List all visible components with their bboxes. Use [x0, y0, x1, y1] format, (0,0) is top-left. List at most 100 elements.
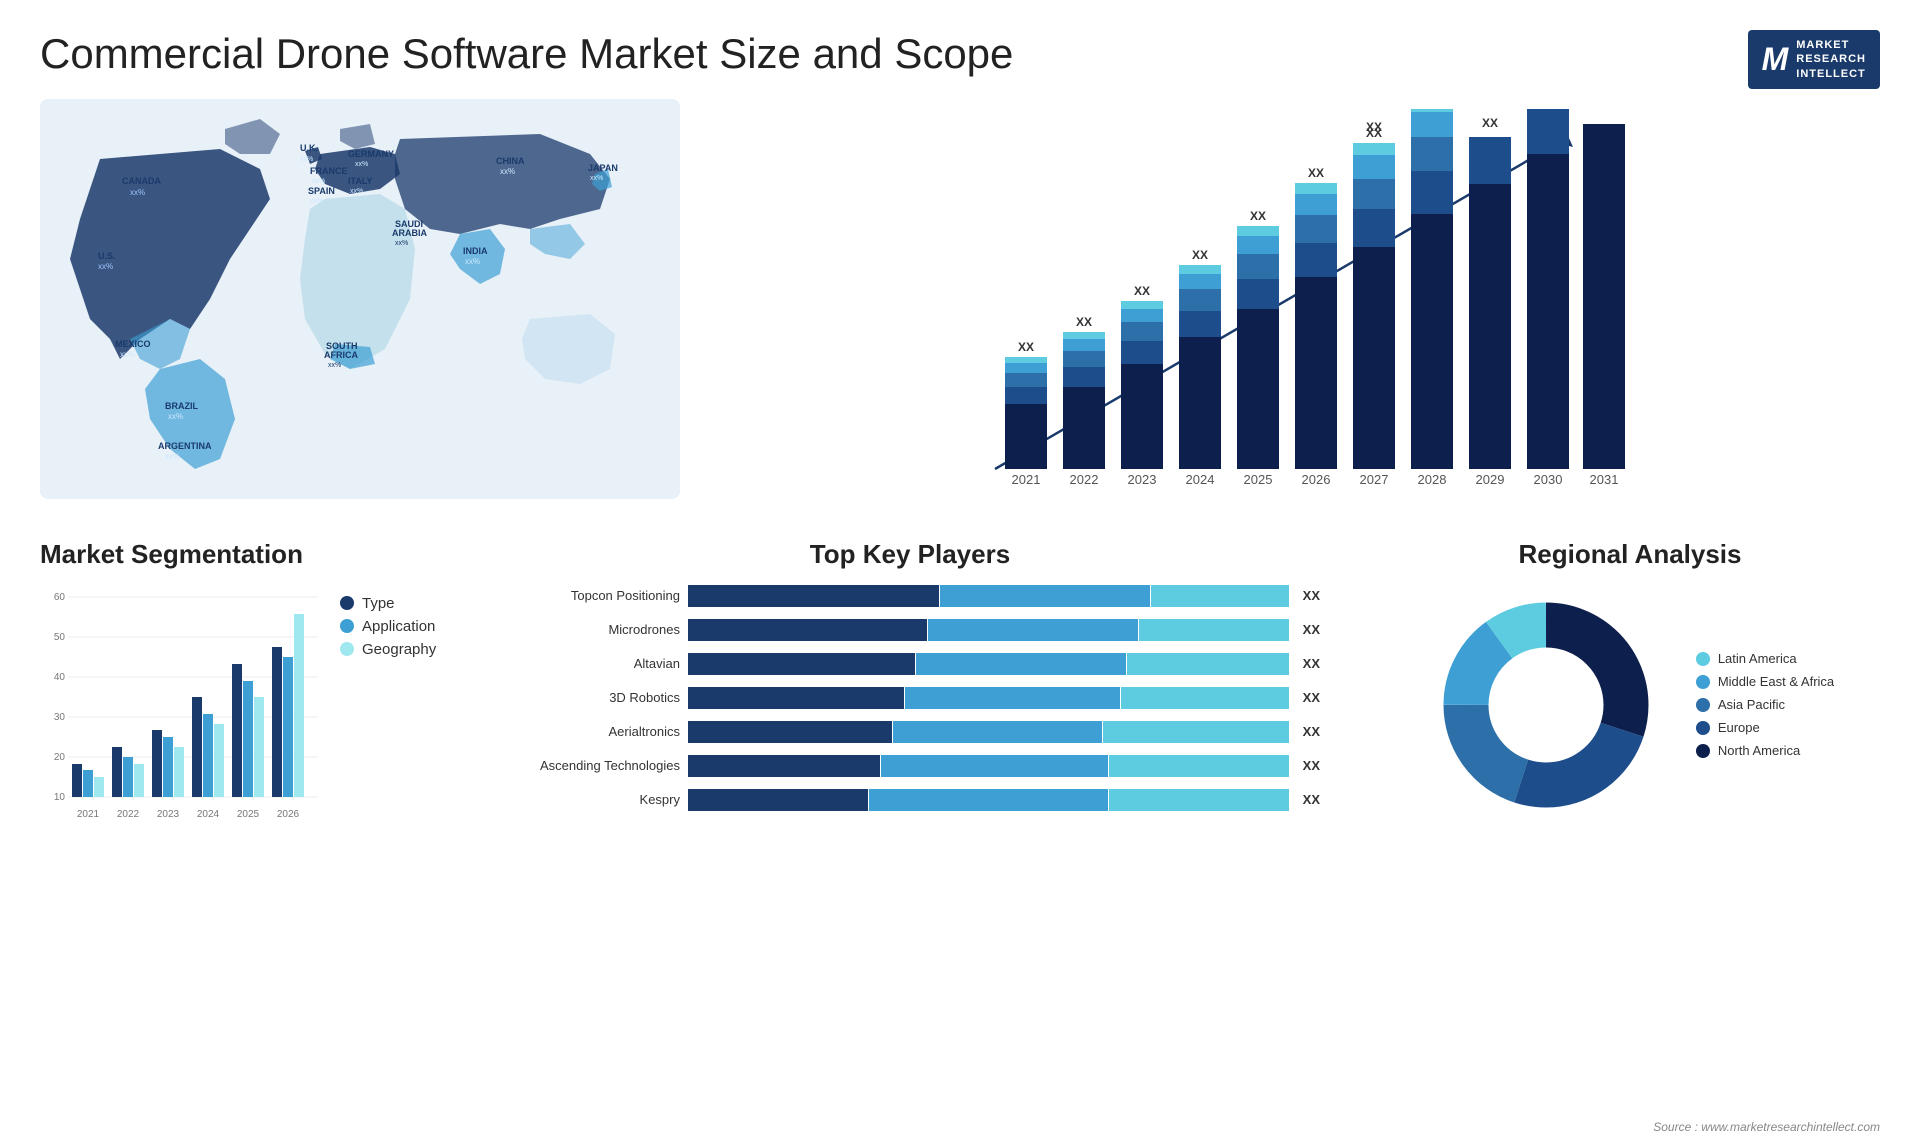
players-list: Topcon Positioning XX Microdrones	[480, 585, 1340, 811]
player-name: 3D Robotics	[500, 690, 680, 705]
svg-text:2029: 2029	[1476, 472, 1505, 487]
legend-type: Type	[340, 595, 436, 612]
logo-box: M MARKET RESEARCH INTELLECT	[1748, 30, 1880, 89]
svg-text:xx%: xx%	[312, 178, 325, 185]
svg-text:40: 40	[54, 672, 66, 683]
svg-text:xx%: xx%	[355, 161, 368, 168]
header: Commercial Drone Software Market Size an…	[0, 0, 1920, 99]
page-title: Commercial Drone Software Market Size an…	[40, 30, 1013, 78]
svg-text:2025: 2025	[237, 809, 260, 820]
svg-text:XX: XX	[1134, 284, 1150, 298]
bottom-area: Market Segmentation 60 50 40 30 20 10	[40, 519, 1880, 825]
bar-seg1	[688, 619, 927, 641]
svg-text:2031: 2031	[1590, 472, 1619, 487]
player-bar	[688, 687, 1289, 709]
bar-seg1	[688, 755, 880, 777]
player-value: XX	[1303, 690, 1320, 705]
player-value: XX	[1303, 724, 1320, 739]
legend-application: Application	[340, 618, 436, 635]
segmentation-chart-svg: 60 50 40 30 20 10 2021 2022 202	[40, 585, 320, 825]
bar-seg2	[940, 585, 1150, 607]
svg-text:2021: 2021	[77, 809, 100, 820]
regional-title: Regional Analysis	[1380, 539, 1880, 570]
player-bar	[688, 721, 1289, 743]
player-name: Ascending Technologies	[500, 758, 680, 773]
player-name: Kespry	[500, 792, 680, 807]
player-name: Aerialtronics	[500, 724, 680, 739]
legend-middle-east-africa: Middle East & Africa	[1696, 674, 1834, 689]
player-value: XX	[1303, 792, 1320, 807]
europe-dot	[1696, 721, 1710, 735]
svg-text:2021: 2021	[1012, 472, 1041, 487]
segmentation-section: Market Segmentation 60 50 40 30 20 10	[40, 539, 460, 825]
bar-seg1	[688, 653, 915, 675]
key-players-title: Top Key Players	[480, 539, 1340, 570]
player-name: Microdrones	[500, 622, 680, 637]
regional-legend: Latin America Middle East & Africa Asia …	[1696, 651, 1834, 758]
svg-text:CHINA: CHINA	[496, 156, 525, 166]
bar-seg3	[1151, 585, 1289, 607]
source-text: Source : www.marketresearchintellect.com	[1653, 1120, 1880, 1134]
player-row: Ascending Technologies XX	[500, 755, 1320, 777]
svg-text:xx%: xx%	[328, 362, 341, 369]
legend-geography: Geography	[340, 641, 436, 658]
segmentation-legend: Type Application Geography	[340, 595, 436, 658]
bar-seg3	[1109, 789, 1289, 811]
player-name: Altavian	[500, 656, 680, 671]
bar-seg2	[928, 619, 1138, 641]
bar-seg2	[881, 755, 1108, 777]
svg-text:XX: XX	[1018, 340, 1034, 354]
svg-text:xx%: xx%	[300, 156, 313, 163]
svg-text:2023: 2023	[157, 809, 180, 820]
bar-seg2	[916, 653, 1126, 675]
bar-seg3	[1103, 721, 1289, 743]
bar-seg2	[905, 687, 1121, 709]
application-legend-dot	[340, 619, 354, 633]
svg-text:50: 50	[54, 632, 66, 643]
geography-legend-dot	[340, 642, 354, 656]
player-value: XX	[1303, 588, 1320, 603]
svg-text:FRANCE: FRANCE	[310, 166, 348, 176]
player-row: Altavian XX	[500, 653, 1320, 675]
bar-seg1	[688, 789, 868, 811]
segmentation-title: Market Segmentation	[40, 539, 440, 570]
svg-text:AFRICA: AFRICA	[324, 350, 358, 360]
bar-seg3	[1121, 687, 1289, 709]
key-players-section: Top Key Players Topcon Positioning XX Mi…	[460, 539, 1360, 825]
player-row: Kespry XX	[500, 789, 1320, 811]
seg-chart-legend-area: 60 50 40 30 20 10 2021 2022 202	[40, 585, 440, 825]
player-bar	[688, 619, 1289, 641]
bar-seg3	[1139, 619, 1289, 641]
player-row: Topcon Positioning XX	[500, 585, 1320, 607]
legend-latin-america: Latin America	[1696, 651, 1834, 666]
donut-chart-area: Latin America Middle East & Africa Asia …	[1380, 585, 1880, 825]
growth-bar-chart: 2021 XX 2022 XX 2023 XX 2024	[720, 109, 1860, 499]
svg-text:2026: 2026	[277, 809, 300, 820]
svg-text:2023: 2023	[1128, 472, 1157, 487]
map-container: CANADA xx% U.S. xx% MEXICO xx% BRAZIL xx…	[40, 99, 680, 499]
regional-section: Regional Analysis	[1360, 539, 1880, 825]
player-value: XX	[1303, 758, 1320, 773]
svg-text:xx%: xx%	[168, 412, 183, 421]
player-value: XX	[1303, 622, 1320, 637]
svg-text:2024: 2024	[197, 809, 220, 820]
svg-text:ITALY: ITALY	[348, 176, 373, 186]
svg-text:ARGENTINA: ARGENTINA	[158, 441, 212, 451]
svg-text:60: 60	[54, 592, 66, 603]
svg-text:XX: XX	[1076, 315, 1092, 329]
svg-text:10: 10	[54, 792, 66, 803]
svg-text:xx%: xx%	[120, 350, 135, 359]
svg-text:INDIA: INDIA	[463, 246, 488, 256]
regional-donut-svg	[1426, 585, 1666, 825]
svg-text:XX: XX	[1250, 209, 1266, 223]
player-value: XX	[1303, 656, 1320, 671]
type-legend-dot	[340, 596, 354, 610]
player-bar	[688, 585, 1289, 607]
svg-text:2024: 2024	[1186, 472, 1215, 487]
bar-seg2	[869, 789, 1108, 811]
svg-text:BRAZIL: BRAZIL	[165, 401, 198, 411]
bar-seg1	[688, 687, 904, 709]
latin-america-dot	[1696, 652, 1710, 666]
legend-north-america: North America	[1696, 743, 1834, 758]
svg-text:xx%: xx%	[395, 240, 408, 247]
